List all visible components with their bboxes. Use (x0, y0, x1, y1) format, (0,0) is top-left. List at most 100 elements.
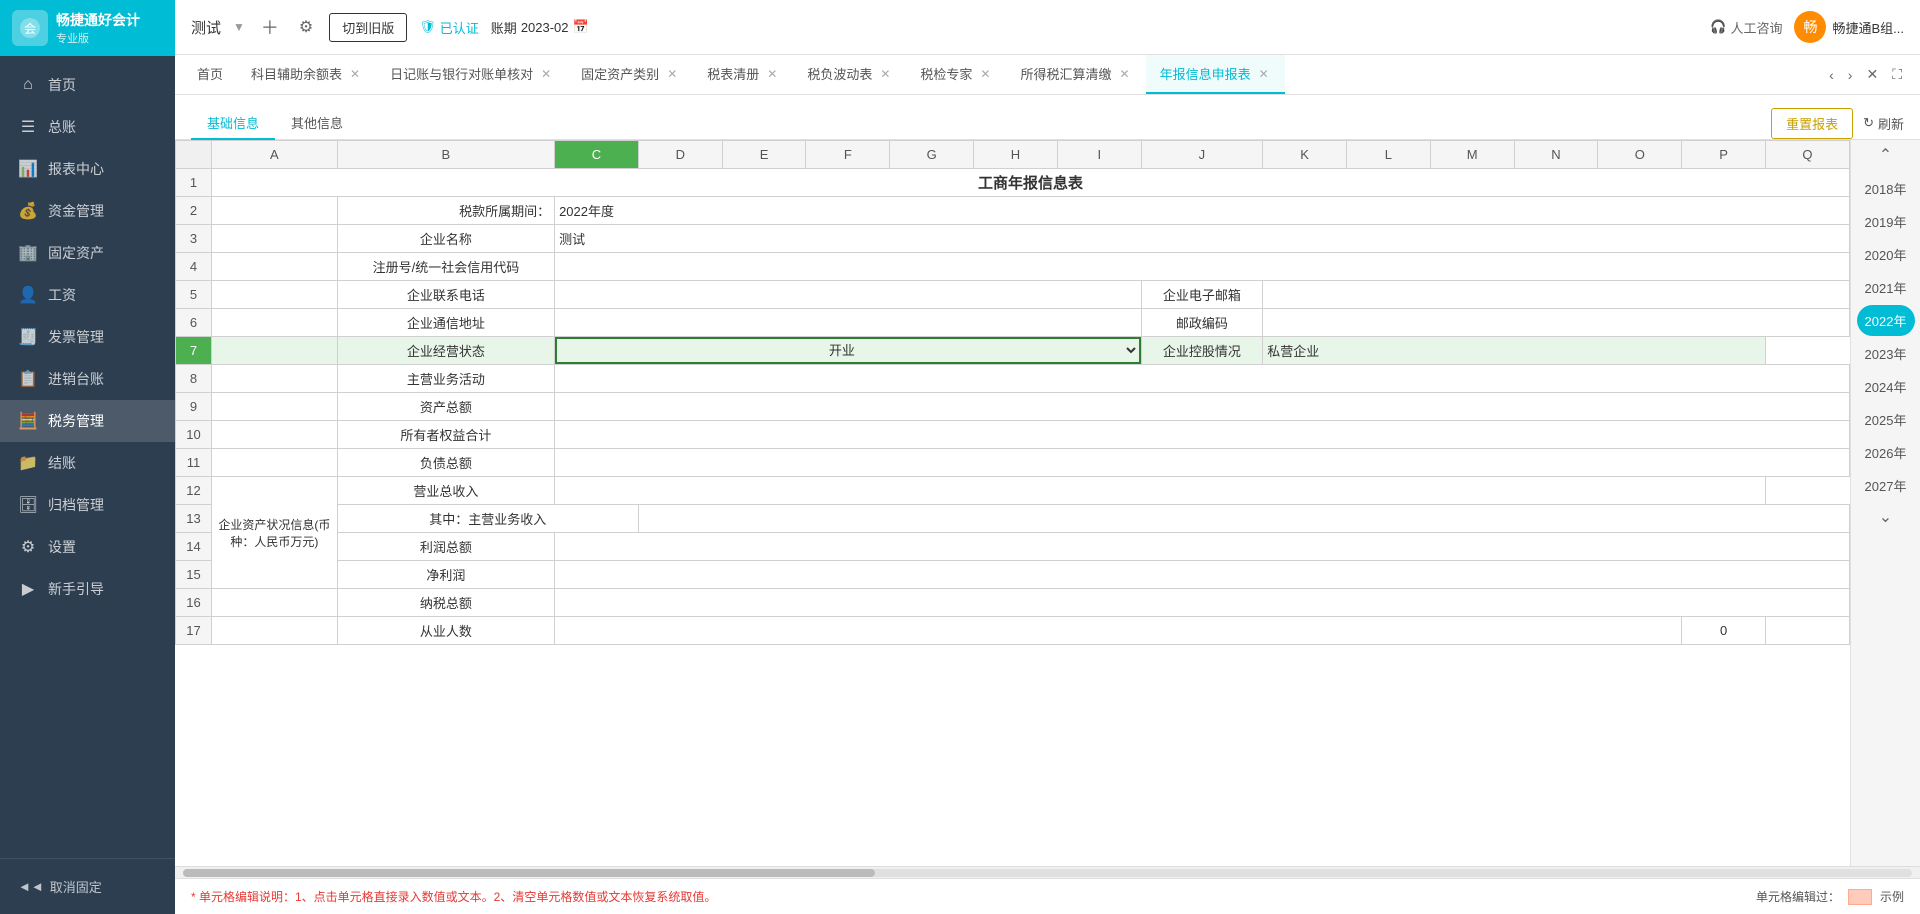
sheet-cell-17-2[interactable] (555, 617, 1682, 645)
sub-tab-basic[interactable]: 基础信息 (191, 107, 275, 140)
sheet-cell-13-0[interactable]: 其中：主营业务收入 (337, 505, 638, 533)
tab-close-journal-bank[interactable]: ✕ (539, 66, 553, 82)
tab-home[interactable]: 首页 (183, 55, 237, 94)
col-header-o[interactable]: O (1598, 141, 1682, 169)
year-item-2021[interactable]: 2021年 (1857, 272, 1915, 303)
tab-close-tax-fluctuation[interactable]: ✕ (878, 66, 892, 82)
sidebar-item-inventory[interactable]: 📋进销台账 (0, 358, 175, 400)
sheet-cell-15-0[interactable]: 净利润 (337, 561, 554, 589)
year-scroll-up-btn[interactable]: ⌃ (1879, 148, 1892, 164)
year-item-2022[interactable]: 2022年 (1857, 305, 1915, 336)
col-header-p[interactable]: P (1682, 141, 1766, 169)
workspace-chevron-icon[interactable]: ▼ (233, 20, 245, 34)
dropdown-select-7-2[interactable]: 开业注销吊销迁出撤销 (557, 342, 1139, 359)
col-header-d[interactable]: D (638, 141, 722, 169)
tab-close-tax-expert[interactable]: ✕ (978, 66, 992, 82)
sheet-cell-3-0[interactable] (212, 225, 338, 253)
calendar-icon[interactable]: 📅 (573, 19, 589, 35)
tab-income-tax[interactable]: 所得税汇算清缴✕ (1006, 55, 1145, 94)
sheet-cell-16-1[interactable]: 纳税总额 (337, 589, 554, 617)
col-header-c[interactable]: C (555, 141, 639, 169)
tab-tax-return[interactable]: 税表清册✕ (693, 55, 793, 94)
col-header-m[interactable]: M (1430, 141, 1514, 169)
sheet-cell-5-4[interactable] (1263, 281, 1850, 309)
year-item-2024[interactable]: 2024年 (1857, 371, 1915, 402)
sheet-cell-7-4[interactable]: 私营企业 (1263, 337, 1766, 365)
sub-tab-other[interactable]: 其他信息 (275, 107, 359, 140)
sheet-cell-17-4[interactable] (1765, 617, 1849, 645)
sheet-cell-15-1[interactable] (555, 561, 1850, 589)
tab-close-current-btn[interactable]: ✕ (1860, 62, 1884, 87)
sheet-cell-9-0[interactable] (212, 393, 338, 421)
tab-close-aux-balance[interactable]: ✕ (348, 66, 362, 82)
sidebar-item-ledger[interactable]: ☰总账 (0, 106, 175, 148)
sheet-cell-7-0[interactable] (212, 337, 338, 365)
tab-close-annual-report[interactable]: ✕ (1257, 66, 1271, 82)
tab-tax-fluctuation[interactable]: 税负波动表✕ (793, 55, 906, 94)
col-header-a[interactable]: A (212, 141, 338, 169)
spreadsheet-main[interactable]: ABCDEFGHIJKLMNOPQ 1工商年报信息表2税款所属期间：2022年度… (175, 140, 1850, 866)
year-item-2027[interactable]: 2027年 (1857, 470, 1915, 501)
sheet-cell-2-0[interactable] (212, 197, 338, 225)
sheet-cell-10-2[interactable] (555, 421, 1850, 449)
col-header-k[interactable]: K (1263, 141, 1347, 169)
user-menu[interactable]: 畅 畅捷通B组... (1794, 11, 1904, 43)
tab-next-btn[interactable]: › (1842, 63, 1859, 87)
sheet-cell-7-2[interactable]: 开业注销吊销迁出撤销 (555, 337, 1142, 365)
year-item-2025[interactable]: 2025年 (1857, 404, 1915, 435)
tab-close-fixed-assets-type[interactable]: ✕ (665, 66, 679, 82)
sidebar-item-fixed-assets[interactable]: 🏢固定资产 (0, 232, 175, 274)
year-scroll-down-btn[interactable]: ⌄ (1879, 510, 1892, 526)
cell-dropdown-7-2[interactable]: 开业注销吊销迁出撤销 (555, 337, 1141, 364)
sheet-cell-5-2[interactable] (555, 281, 1142, 309)
col-header-h[interactable]: H (974, 141, 1058, 169)
col-header-j[interactable]: J (1141, 141, 1263, 169)
cancel-fixed-btn[interactable]: ◄◄ 取消固定 (0, 867, 175, 906)
year-item-2020[interactable]: 2020年 (1857, 239, 1915, 270)
sidebar-item-closing[interactable]: 📁结账 (0, 442, 175, 484)
sheet-cell-10-1[interactable]: 所有者权益合计 (337, 421, 554, 449)
old-version-btn[interactable]: 切到旧版 (329, 13, 407, 42)
tab-prev-btn[interactable]: ‹ (1823, 63, 1840, 87)
col-header-e[interactable]: E (722, 141, 806, 169)
sheet-title[interactable]: 工商年报信息表 (212, 169, 1850, 197)
sheet-cell-3-2[interactable]: 测试 (555, 225, 1850, 253)
tab-close-tax-return[interactable]: ✕ (765, 66, 779, 82)
year-item-2026[interactable]: 2026年 (1857, 437, 1915, 468)
sheet-cell-7-1[interactable]: 企业经营状态 (337, 337, 554, 365)
sidebar-item-reports[interactable]: 📊报表中心 (0, 148, 175, 190)
col-header-q[interactable]: Q (1765, 141, 1849, 169)
sheet-cell-9-2[interactable] (555, 393, 1850, 421)
sheet-cell-6-3[interactable]: 邮政编码 (1141, 309, 1263, 337)
col-header-i[interactable]: I (1057, 141, 1141, 169)
sheet-cell-16-0[interactable] (212, 589, 338, 617)
h-scroll-bar[interactable] (175, 866, 1920, 878)
add-workspace-icon[interactable]: ＋ (257, 14, 283, 40)
sheet-cell-5-0[interactable] (212, 281, 338, 309)
tab-tax-expert[interactable]: 税检专家✕ (906, 55, 1006, 94)
sheet-cell-4-0[interactable] (212, 253, 338, 281)
year-item-2018[interactable]: 2018年 (1857, 173, 1915, 204)
tab-close-income-tax[interactable]: ✕ (1118, 66, 1132, 82)
sheet-cell-11-0[interactable] (212, 449, 338, 477)
sheet-cell-2-2[interactable]: 2022年度 (555, 197, 1850, 225)
sidebar-item-tax[interactable]: 🧮税务管理 (0, 400, 175, 442)
sheet-cell-5-3[interactable]: 企业电子邮箱 (1141, 281, 1263, 309)
col-header-f[interactable]: F (806, 141, 890, 169)
sheet-cell-6-1[interactable]: 企业通信地址 (337, 309, 554, 337)
refresh-btn[interactable]: ↻ 刷新 (1863, 114, 1904, 133)
year-item-2019[interactable]: 2019年 (1857, 206, 1915, 237)
sheet-cell-11-1[interactable]: 负债总额 (337, 449, 554, 477)
sheet-cell-14-1[interactable] (555, 533, 1850, 561)
sheet-cell-3-1[interactable]: 企业名称 (337, 225, 554, 253)
sheet-cell-12-2[interactable] (555, 477, 1766, 505)
sidebar-item-capital[interactable]: 💰资金管理 (0, 190, 175, 232)
sheet-cell-17-1[interactable]: 从业人数 (337, 617, 554, 645)
col-header-l[interactable]: L (1347, 141, 1431, 169)
sheet-cell-9-1[interactable]: 资产总额 (337, 393, 554, 421)
sheet-cell-8-0[interactable] (212, 365, 338, 393)
sidebar-item-home[interactable]: ⌂首页 (0, 64, 175, 106)
service-btn[interactable]: 🎧 人工咨询 (1710, 18, 1782, 37)
sheet-cell-13-1[interactable] (638, 505, 1849, 533)
sidebar-item-invoice[interactable]: 🧾发票管理 (0, 316, 175, 358)
